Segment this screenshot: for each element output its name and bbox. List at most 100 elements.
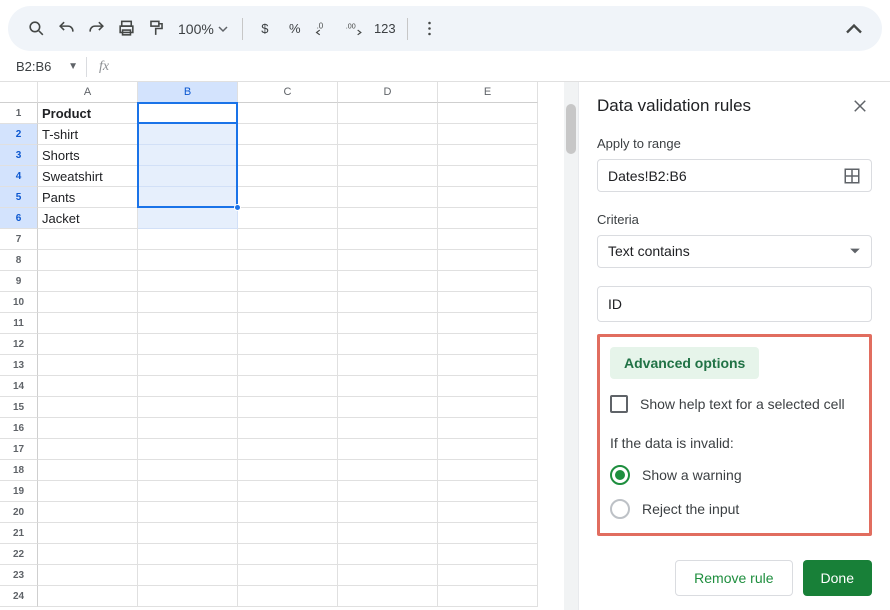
cell[interactable] bbox=[338, 292, 438, 313]
cell[interactable] bbox=[38, 460, 138, 481]
cell[interactable] bbox=[138, 397, 238, 418]
cell[interactable] bbox=[38, 376, 138, 397]
cell[interactable] bbox=[338, 145, 438, 166]
cell[interactable] bbox=[138, 313, 238, 334]
increase-decimal-icon[interactable]: .00 bbox=[341, 15, 369, 43]
row-header[interactable]: 9 bbox=[0, 271, 38, 292]
cell[interactable] bbox=[438, 460, 538, 481]
cell[interactable] bbox=[338, 418, 438, 439]
search-icon[interactable] bbox=[22, 15, 50, 43]
cell[interactable] bbox=[238, 166, 338, 187]
cell[interactable] bbox=[438, 481, 538, 502]
row-header[interactable]: 13 bbox=[0, 355, 38, 376]
help-text-label[interactable]: Show help text for a selected cell bbox=[640, 396, 845, 412]
cell[interactable] bbox=[38, 565, 138, 586]
row-header[interactable]: 17 bbox=[0, 439, 38, 460]
cell[interactable] bbox=[138, 565, 238, 586]
advanced-options-button[interactable]: Advanced options bbox=[610, 347, 759, 379]
percent-format-button[interactable]: % bbox=[281, 15, 309, 43]
row-header[interactable]: 24 bbox=[0, 586, 38, 607]
cell[interactable] bbox=[438, 439, 538, 460]
cell[interactable] bbox=[438, 292, 538, 313]
column-header[interactable]: C bbox=[238, 82, 338, 103]
remove-rule-button[interactable]: Remove rule bbox=[675, 560, 792, 596]
cell[interactable] bbox=[238, 229, 338, 250]
cell[interactable] bbox=[138, 439, 238, 460]
spreadsheet-grid[interactable]: ABCDE1ProductID Number2T-shirt3Shorts4Sw… bbox=[0, 82, 578, 610]
cell[interactable] bbox=[138, 271, 238, 292]
cell[interactable] bbox=[438, 523, 538, 544]
cell[interactable] bbox=[438, 124, 538, 145]
cell[interactable] bbox=[138, 418, 238, 439]
row-header[interactable]: 18 bbox=[0, 460, 38, 481]
cell[interactable]: Product bbox=[38, 103, 138, 124]
grid-select-icon[interactable] bbox=[843, 167, 861, 185]
cell[interactable] bbox=[138, 250, 238, 271]
selection-handle[interactable] bbox=[234, 204, 241, 211]
cell[interactable] bbox=[438, 334, 538, 355]
column-header[interactable]: E bbox=[438, 82, 538, 103]
cell[interactable]: Jacket bbox=[38, 208, 138, 229]
criteria-value-input[interactable]: ID bbox=[597, 286, 872, 322]
row-header[interactable]: 23 bbox=[0, 565, 38, 586]
row-header[interactable]: 7 bbox=[0, 229, 38, 250]
cell[interactable] bbox=[238, 460, 338, 481]
cell[interactable] bbox=[238, 187, 338, 208]
cell[interactable] bbox=[138, 166, 238, 187]
cell[interactable] bbox=[138, 586, 238, 607]
cell[interactable] bbox=[438, 187, 538, 208]
close-icon[interactable] bbox=[848, 94, 872, 118]
cell[interactable] bbox=[438, 355, 538, 376]
cell[interactable] bbox=[438, 418, 538, 439]
row-header[interactable]: 14 bbox=[0, 376, 38, 397]
zoom-select[interactable]: 100% bbox=[172, 21, 234, 37]
cell[interactable]: T-shirt bbox=[38, 124, 138, 145]
cell[interactable] bbox=[138, 292, 238, 313]
scrollbar-thumb[interactable] bbox=[566, 104, 576, 154]
cell[interactable] bbox=[38, 523, 138, 544]
cell[interactable] bbox=[338, 355, 438, 376]
cell[interactable] bbox=[438, 586, 538, 607]
cell[interactable] bbox=[38, 313, 138, 334]
more-icon[interactable] bbox=[416, 15, 444, 43]
cell[interactable] bbox=[338, 103, 438, 124]
cell[interactable] bbox=[38, 544, 138, 565]
cell[interactable] bbox=[238, 586, 338, 607]
row-header[interactable]: 11 bbox=[0, 313, 38, 334]
cell[interactable] bbox=[338, 229, 438, 250]
cell[interactable] bbox=[138, 187, 238, 208]
cell[interactable] bbox=[438, 544, 538, 565]
apply-range-input[interactable]: Dates!B2:B6 bbox=[597, 159, 872, 192]
cell[interactable] bbox=[338, 271, 438, 292]
help-text-checkbox[interactable] bbox=[610, 395, 628, 413]
cell[interactable] bbox=[238, 250, 338, 271]
cell[interactable] bbox=[438, 271, 538, 292]
cell[interactable] bbox=[338, 565, 438, 586]
cell[interactable] bbox=[38, 502, 138, 523]
cell[interactable] bbox=[138, 355, 238, 376]
cell[interactable] bbox=[438, 250, 538, 271]
row-header[interactable]: 8 bbox=[0, 250, 38, 271]
cell[interactable] bbox=[238, 502, 338, 523]
cell[interactable] bbox=[338, 586, 438, 607]
cell[interactable] bbox=[238, 208, 338, 229]
cell[interactable] bbox=[338, 313, 438, 334]
row-header[interactable]: 2 bbox=[0, 124, 38, 145]
cell[interactable] bbox=[438, 103, 538, 124]
cell[interactable] bbox=[338, 523, 438, 544]
cell[interactable] bbox=[438, 376, 538, 397]
cell[interactable] bbox=[38, 481, 138, 502]
cell[interactable] bbox=[238, 334, 338, 355]
cell[interactable] bbox=[438, 208, 538, 229]
cell[interactable] bbox=[38, 271, 138, 292]
cell[interactable] bbox=[238, 397, 338, 418]
row-header[interactable]: 16 bbox=[0, 418, 38, 439]
cell[interactable] bbox=[138, 229, 238, 250]
cell[interactable] bbox=[338, 208, 438, 229]
cell[interactable] bbox=[438, 565, 538, 586]
row-header[interactable]: 4 bbox=[0, 166, 38, 187]
cell[interactable] bbox=[38, 418, 138, 439]
done-button[interactable]: Done bbox=[803, 560, 872, 596]
row-header[interactable]: 6 bbox=[0, 208, 38, 229]
cell[interactable] bbox=[238, 271, 338, 292]
